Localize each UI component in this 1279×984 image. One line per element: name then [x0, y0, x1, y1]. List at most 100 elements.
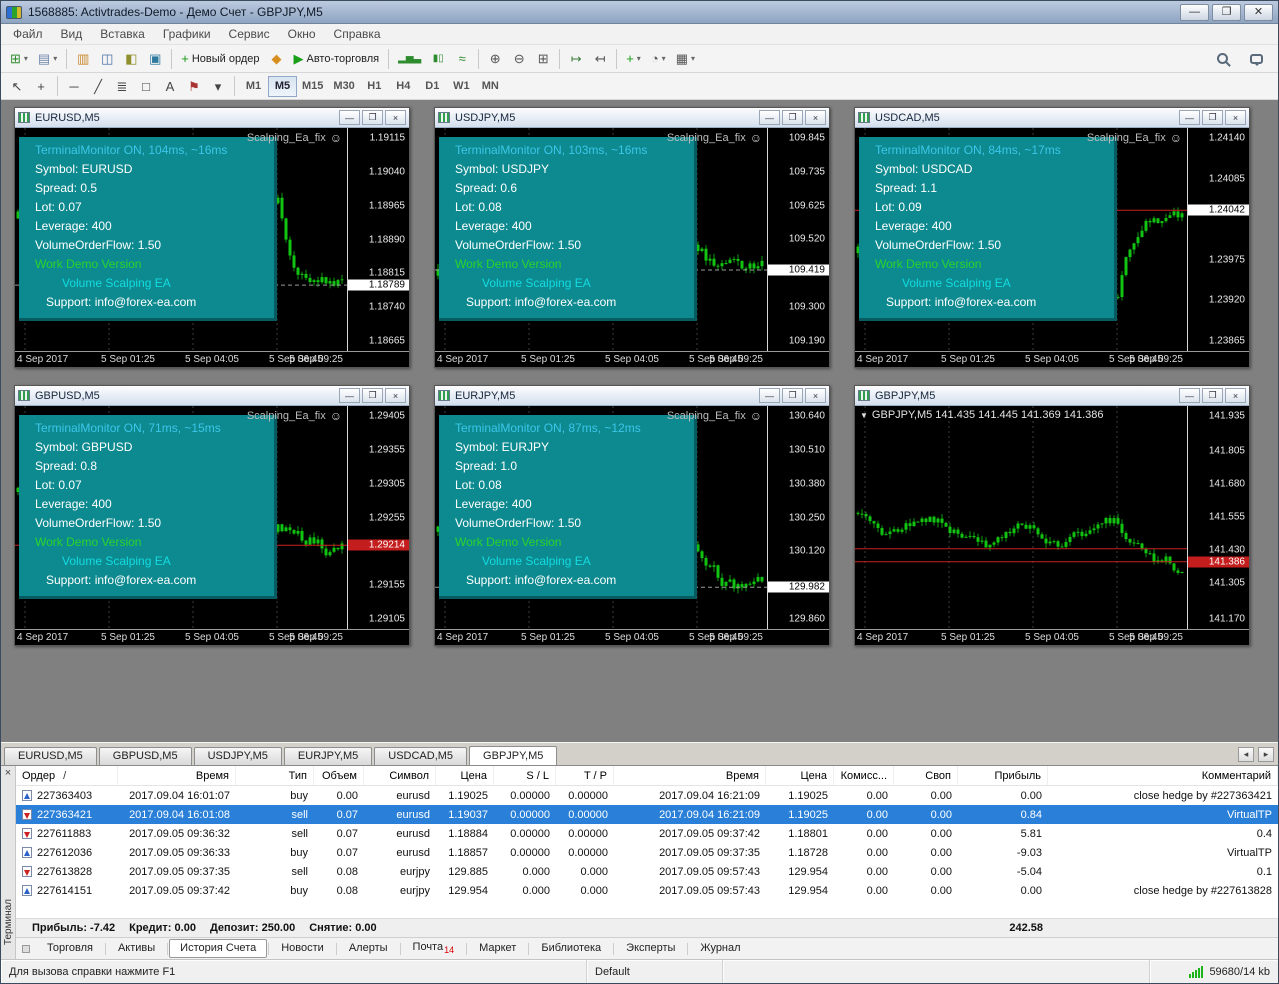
chart-close-button[interactable]: ×: [1225, 110, 1246, 125]
terminal-dock-handle[interactable]: [22, 944, 30, 953]
chart-titlebar[interactable]: EURUSD,M5 — ❐ ×: [15, 108, 409, 128]
tab-scroll-left-icon[interactable]: ◂: [1238, 747, 1254, 762]
column-header-volume[interactable]: Объем: [314, 766, 364, 785]
time-axis[interactable]: 4 Sep 2017 5 Sep 01:25 5 Sep 04:05 5 Sep 06…: [435, 351, 829, 367]
time-axis[interactable]: 4 Sep 2017 5 Sep 01:25 5 Sep 04:05 5 Sep 06…: [855, 351, 1249, 367]
chart-line-button[interactable]: ≈: [450, 47, 474, 71]
ea-smiley-icon[interactable]: ☺: [330, 409, 342, 423]
chart-restore-button[interactable]: ❐: [362, 110, 383, 125]
chart-area[interactable]: TerminalMonitor ON, 87ms, ~12ms Symbol: …: [435, 406, 829, 645]
chart-close-button[interactable]: ×: [385, 110, 406, 125]
chart-bars-button[interactable]: ▂▅▃: [393, 47, 426, 71]
terminal-close-icon[interactable]: ×: [5, 768, 11, 779]
chart-window-eurjpy[interactable]: EURJPY,M5 — ❐ × TerminalMonitor ON, 87ms…: [434, 385, 830, 646]
history-row-227611883[interactable]: 227611883 2017.09.05 09:36:32 sell 0.07 euru…: [16, 824, 1278, 843]
zoom-out-button[interactable]: ⊖: [507, 47, 531, 71]
column-header-sl[interactable]: S / L: [494, 766, 556, 785]
shapes-button[interactable]: □: [134, 74, 158, 98]
search-button[interactable]: [1210, 47, 1234, 71]
price-scale[interactable]: 130.640 130.510 130.380 130.250 130.120 129.8…: [767, 406, 829, 629]
column-header-type[interactable]: Тип: [236, 766, 314, 785]
status-profile[interactable]: Default: [587, 960, 723, 983]
chart-minimize-button[interactable]: —: [1179, 388, 1200, 403]
terminal-tab-trade[interactable]: Торговля: [36, 939, 104, 958]
terminal-tab-library[interactable]: Библиотека: [530, 939, 612, 958]
templates-button[interactable]: ▦ ▾: [671, 47, 700, 71]
chart-restore-button[interactable]: ❐: [362, 388, 383, 403]
chart-area[interactable]: TerminalMonitor ON, 84ms, ~17ms Symbol: …: [855, 128, 1249, 367]
auto-scroll-button[interactable]: ↦: [564, 47, 588, 71]
timeframe-mn-button[interactable]: MN: [476, 76, 505, 97]
chart-titlebar[interactable]: USDJPY,M5 — ❐ ×: [435, 108, 829, 128]
time-axis[interactable]: 4 Sep 2017 5 Sep 01:25 5 Sep 04:05 5 Sep 06…: [855, 629, 1249, 645]
navigator-button[interactable]: ◧: [119, 47, 143, 71]
price-scale[interactable]: 109.845 109.735 109.625 109.520 109.300 109.1…: [767, 128, 829, 351]
metaeditor-button[interactable]: ◆: [264, 47, 288, 71]
chart-window-usdcad[interactable]: USDCAD,M5 — ❐ × TerminalMonitor ON, 84ms…: [854, 107, 1250, 368]
time-axis[interactable]: 4 Sep 2017 5 Sep 01:25 5 Sep 04:05 5 Sep 06…: [435, 629, 829, 645]
chart-close-button[interactable]: ×: [1225, 388, 1246, 403]
menu-help[interactable]: Справка: [325, 25, 390, 43]
column-header-profit[interactable]: Прибыль: [958, 766, 1048, 785]
terminal-tab-market[interactable]: Маркет: [468, 939, 527, 958]
zoom-in-button[interactable]: ⊕: [483, 47, 507, 71]
chart-minimize-button[interactable]: —: [759, 388, 780, 403]
chart-window-eurusd[interactable]: EURUSD,M5 — ❐ × TerminalMonitor ON, 104m…: [14, 107, 410, 368]
time-axis[interactable]: 4 Sep 2017 5 Sep 01:25 5 Sep 04:05 5 Sep 06…: [15, 351, 409, 367]
time-axis[interactable]: 4 Sep 2017 5 Sep 01:25 5 Sep 04:05 5 Sep 06…: [15, 629, 409, 645]
chart-window-gbpusd[interactable]: GBPUSD,M5 — ❐ × TerminalMonitor ON, 71ms…: [14, 385, 410, 646]
menu-view[interactable]: Вид: [52, 25, 92, 43]
chart-titlebar[interactable]: GBPJPY,M5 — ❐ ×: [855, 386, 1249, 406]
chart-tab-usdjpy[interactable]: USDJPY,M5: [193, 747, 282, 765]
terminal-tab-assets[interactable]: Активы: [107, 939, 166, 958]
timeframe-w1-button[interactable]: W1: [447, 76, 476, 97]
menu-file[interactable]: Файл: [4, 25, 52, 43]
crosshair-button[interactable]: +: [29, 74, 53, 98]
chart-tab-eurusd[interactable]: EURUSD,M5: [4, 747, 97, 765]
tile-windows-button[interactable]: ⊞: [531, 47, 555, 71]
chart-minimize-button[interactable]: —: [1179, 110, 1200, 125]
chart-restore-button[interactable]: ❐: [1202, 110, 1223, 125]
chart-close-button[interactable]: ×: [805, 388, 826, 403]
timeframe-m15-button[interactable]: M15: [297, 76, 328, 97]
menu-window[interactable]: Окно: [279, 25, 325, 43]
chart-titlebar[interactable]: EURJPY,M5 — ❐ ×: [435, 386, 829, 406]
timeframe-m30-button[interactable]: M30: [328, 76, 359, 97]
column-header-comment[interactable]: Комментарий: [1048, 766, 1278, 785]
objects-dropdown-button[interactable]: ▾: [206, 74, 230, 98]
tab-scroll-right-icon[interactable]: ▸: [1258, 747, 1274, 762]
new-chart-button[interactable]: ⊞ ▾: [5, 47, 33, 71]
chart-titlebar[interactable]: GBPUSD,M5 — ❐ ×: [15, 386, 409, 406]
terminal-toggle-button[interactable]: ▣: [143, 47, 167, 71]
periods-button[interactable]: ◔ ▾: [646, 47, 671, 71]
history-row-227363403[interactable]: 227363403 2017.09.04 16:01:07 buy 0.00 eurus…: [16, 786, 1278, 805]
terminal-tab-alerts[interactable]: Алерты: [338, 939, 399, 958]
timeframe-h1-button[interactable]: H1: [360, 76, 389, 97]
trendline-button[interactable]: ╱: [86, 74, 110, 98]
terminal-tab-account-history[interactable]: История Счета: [169, 939, 268, 958]
column-header-symbol[interactable]: Символ: [364, 766, 436, 785]
window-close-button[interactable]: ✕: [1244, 3, 1273, 21]
chart-minimize-button[interactable]: —: [339, 110, 360, 125]
column-header-close-time[interactable]: Время: [614, 766, 766, 785]
timeframe-m1-button[interactable]: M1: [239, 76, 268, 97]
chart-tab-usdcad[interactable]: USDCAD,M5: [374, 747, 468, 765]
ea-smiley-icon[interactable]: ☺: [1170, 131, 1182, 145]
chart-tab-eurjpy[interactable]: EURJPY,M5: [283, 747, 373, 765]
cursor-button[interactable]: ↖: [5, 74, 29, 98]
terminal-tab-news[interactable]: Новости: [270, 939, 335, 958]
timeframe-m5-button[interactable]: M5: [268, 75, 297, 97]
price-scale[interactable]: 1.29405 1.29355 1.29305 1.29255 1.29155 1.291…: [347, 406, 409, 629]
market-watch-button[interactable]: ▥: [71, 47, 95, 71]
chart-close-button[interactable]: ×: [385, 388, 406, 403]
chart-area[interactable]: TerminalMonitor ON, 104ms, ~16ms Symbol:…: [15, 128, 409, 367]
arrow-objects-button[interactable]: ⚑: [182, 74, 206, 98]
chat-button[interactable]: [1244, 47, 1268, 71]
history-row-227363421[interactable]: 227363421 2017.09.04 16:01:08 sell 0.07 euru…: [16, 805, 1278, 824]
price-scale[interactable]: 1.19115 1.19040 1.18965 1.18890 1.18815 1.187…: [347, 128, 409, 351]
horizontal-line-button[interactable]: ─: [62, 74, 86, 98]
column-header-open-price[interactable]: Цена: [436, 766, 494, 785]
data-window-button[interactable]: ◫: [95, 47, 119, 71]
chart-tab-gbpjpy[interactable]: GBPJPY,M5: [469, 746, 558, 765]
chart-area[interactable]: TerminalMonitor ON, 103ms, ~16ms Symbol:…: [435, 128, 829, 367]
